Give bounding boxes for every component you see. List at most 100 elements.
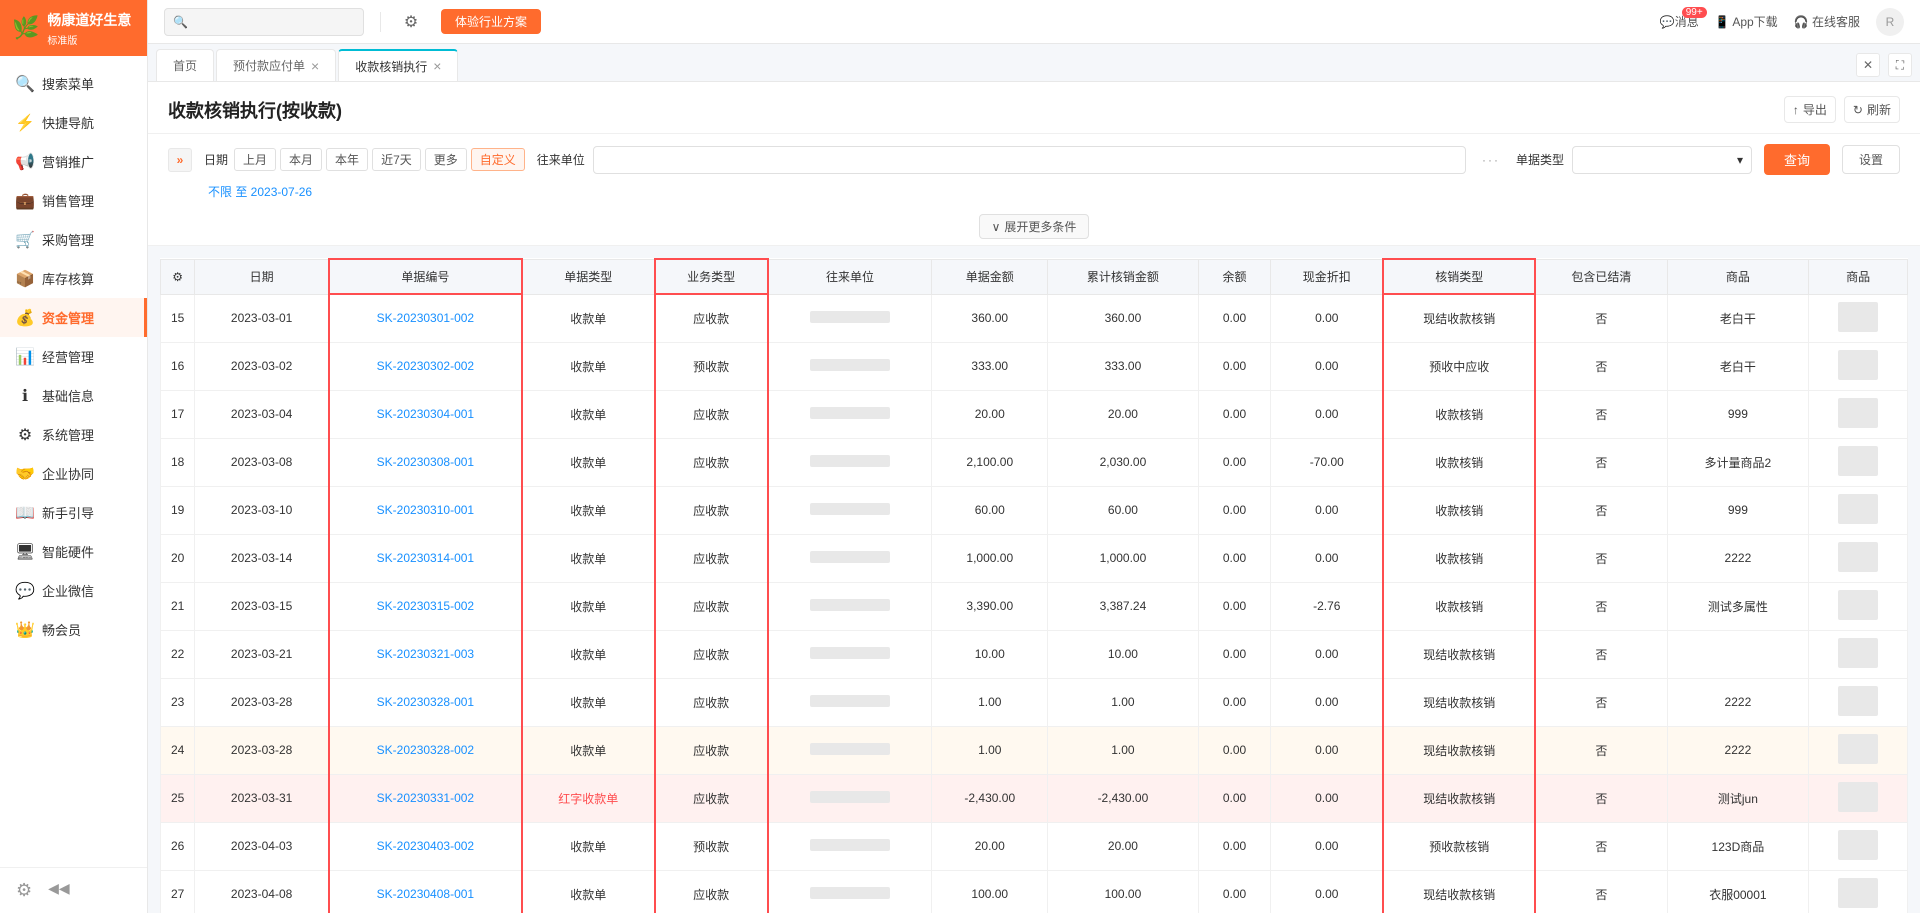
row-balance: 0.00: [1198, 486, 1271, 534]
sidebar-item-搜索菜单[interactable]: 🔍搜索菜单: [0, 64, 147, 103]
filter-order-type-select[interactable]: ▾: [1572, 146, 1752, 174]
sidebar-icon: 🛒: [16, 231, 34, 249]
query-btn[interactable]: 查询: [1764, 144, 1830, 175]
expand-more-btn[interactable]: ∨ 展开更多条件: [979, 214, 1090, 239]
table-row: 18 2023-03-08 SK-20230308-001 收款单 应收款 2,…: [161, 438, 1908, 486]
row-balance: 0.00: [1198, 342, 1271, 390]
sidebar-item-企业微信[interactable]: 💬企业微信: [0, 571, 147, 610]
row-biz-type: 应收款: [655, 774, 768, 822]
row-date: 2023-04-08: [195, 870, 329, 913]
order-no-link[interactable]: SK-20230304-001: [377, 407, 474, 421]
tab-expand-btn[interactable]: ⛶: [1888, 53, 1912, 77]
tab-prepay-close[interactable]: ×: [311, 58, 319, 74]
filter-collapse-btn[interactable]: »: [168, 148, 192, 172]
row-order-type: 收款单: [522, 870, 655, 913]
order-no-link[interactable]: SK-20230301-002: [377, 311, 474, 325]
order-no-link[interactable]: SK-20230314-001: [377, 551, 474, 565]
filter-this-year[interactable]: 本年: [326, 148, 368, 171]
experience-btn[interactable]: 体验行业方案: [441, 9, 541, 34]
row-product1: 测试jun: [1667, 774, 1809, 822]
row-num: 20: [161, 534, 195, 582]
message-badge[interactable]: 💬 消息 99+: [1660, 13, 1699, 30]
sidebar-item-智能硬件[interactable]: 🖥智能硬件: [0, 532, 147, 571]
order-no-link[interactable]: SK-20230328-002: [377, 743, 474, 757]
order-no-link[interactable]: SK-20230310-001: [377, 503, 474, 517]
tab-close-btn[interactable]: ✕: [1856, 53, 1880, 77]
table-row: 25 2023-03-31 SK-20230331-002 红字收款单 应收款 …: [161, 774, 1908, 822]
tab-prepay-label: 预付款应付单: [233, 57, 305, 74]
order-no-link[interactable]: SK-20230328-001: [377, 695, 474, 709]
row-partner: [768, 582, 932, 630]
filter-dots[interactable]: ···: [1474, 153, 1508, 167]
row-off-type: 收款核销: [1383, 438, 1535, 486]
filter-settings-btn[interactable]: 设置: [1842, 145, 1900, 174]
order-no-link[interactable]: SK-20230408-001: [377, 887, 474, 901]
sidebar-item-快捷导航[interactable]: ⚡快捷导航: [0, 103, 147, 142]
th-settings[interactable]: ⚙: [161, 259, 195, 294]
export-btn[interactable]: ↑ 导出: [1784, 96, 1836, 123]
order-no-link[interactable]: SK-20230321-003: [377, 647, 474, 661]
row-biz-type: 应收款: [655, 438, 768, 486]
app-download[interactable]: 📱 App下载: [1715, 13, 1778, 30]
row-off-type: 现结收款核销: [1383, 294, 1535, 342]
filter-7days[interactable]: 近7天: [372, 148, 421, 171]
sidebar-item-资金管理[interactable]: 💰资金管理: [0, 298, 147, 337]
filter-custom[interactable]: 自定义: [471, 148, 525, 171]
row-product2: [1809, 534, 1908, 582]
sidebar-item-新手引导[interactable]: 📖新手引导: [0, 493, 147, 532]
filter-partner-input[interactable]: [593, 146, 1466, 174]
row-product2: [1809, 822, 1908, 870]
row-balance: 0.00: [1198, 390, 1271, 438]
sidebar-item-系统管理[interactable]: ⚙系统管理: [0, 415, 147, 454]
row-num: 15: [161, 294, 195, 342]
order-no-link[interactable]: SK-20230403-002: [377, 839, 474, 853]
sidebar-item-label: 基础信息: [42, 386, 94, 405]
sidebar-item-企业协同[interactable]: 🤝企业协同: [0, 454, 147, 493]
page-header: 收款核销执行(按收款) ↑ 导出 ↻ 刷新: [148, 82, 1920, 134]
table-row: 27 2023-04-08 SK-20230408-001 收款单 应收款 10…: [161, 870, 1908, 913]
sidebar-item-库存核算[interactable]: 📦库存核算: [0, 259, 147, 298]
row-writeoff: 20.00: [1048, 822, 1198, 870]
row-partner: [768, 534, 932, 582]
topbar-search[interactable]: 🔍: [164, 8, 364, 36]
refresh-icon: ↻: [1853, 103, 1863, 117]
tab-prepay[interactable]: 预付款应付单 ×: [216, 49, 336, 81]
row-biz-type: 应收款: [655, 534, 768, 582]
topbar-gear-icon[interactable]: ⚙: [397, 8, 425, 36]
filter-more[interactable]: 更多: [425, 148, 467, 171]
filter-this-month[interactable]: 本月: [280, 148, 322, 171]
table-wrapper[interactable]: ⚙ 日期 单据编号 单据类型 业务类型 往来单位 单据金额 累计核销金额 余额 …: [148, 246, 1920, 913]
refresh-btn[interactable]: ↻ 刷新: [1844, 96, 1900, 123]
user-avatar[interactable]: R: [1876, 8, 1904, 36]
filter-last-month[interactable]: 上月: [234, 148, 276, 171]
table-body: 15 2023-03-01 SK-20230301-002 收款单 应收款 36…: [161, 294, 1908, 913]
row-product2: [1809, 486, 1908, 534]
row-writeoff: -2,430.00: [1048, 774, 1198, 822]
sidebar-item-畅会员[interactable]: 👑畅会员: [0, 610, 147, 649]
row-off-type: 预收中应收: [1383, 342, 1535, 390]
th-date: 日期: [195, 259, 329, 294]
sidebar-item-销售管理[interactable]: 💼销售管理: [0, 181, 147, 220]
order-no-link[interactable]: SK-20230308-001: [377, 455, 474, 469]
sidebar-collapse-icon[interactable]: ◀◀: [48, 880, 70, 901]
row-discount: 0.00: [1271, 630, 1383, 678]
tab-home[interactable]: 首页: [156, 49, 214, 81]
page-actions: ↑ 导出 ↻ 刷新: [1784, 96, 1900, 123]
sidebar-item-采购管理[interactable]: 🛒采购管理: [0, 220, 147, 259]
sidebar-item-基础信息[interactable]: ℹ基础信息: [0, 376, 147, 415]
row-product1: 2222: [1667, 678, 1809, 726]
row-partner: [768, 390, 932, 438]
order-no-link[interactable]: SK-20230331-002: [377, 791, 474, 805]
sidebar-item-营销推广[interactable]: 📢营销推广: [0, 142, 147, 181]
online-service[interactable]: 🎧 在线客服: [1794, 13, 1860, 30]
table-row: 15 2023-03-01 SK-20230301-002 收款单 应收款 36…: [161, 294, 1908, 342]
tab-writeoff-close[interactable]: ×: [433, 58, 441, 74]
row-num: 16: [161, 342, 195, 390]
order-no-link[interactable]: SK-20230302-002: [377, 359, 474, 373]
sidebar-settings-icon[interactable]: ⚙: [16, 880, 32, 901]
sidebar-item-经营管理[interactable]: 📊经营管理: [0, 337, 147, 376]
tab-writeoff[interactable]: 收款核销执行 ×: [338, 49, 458, 81]
row-num: 19: [161, 486, 195, 534]
order-no-link[interactable]: SK-20230315-002: [377, 599, 474, 613]
row-order-no: SK-20230308-001: [329, 438, 522, 486]
